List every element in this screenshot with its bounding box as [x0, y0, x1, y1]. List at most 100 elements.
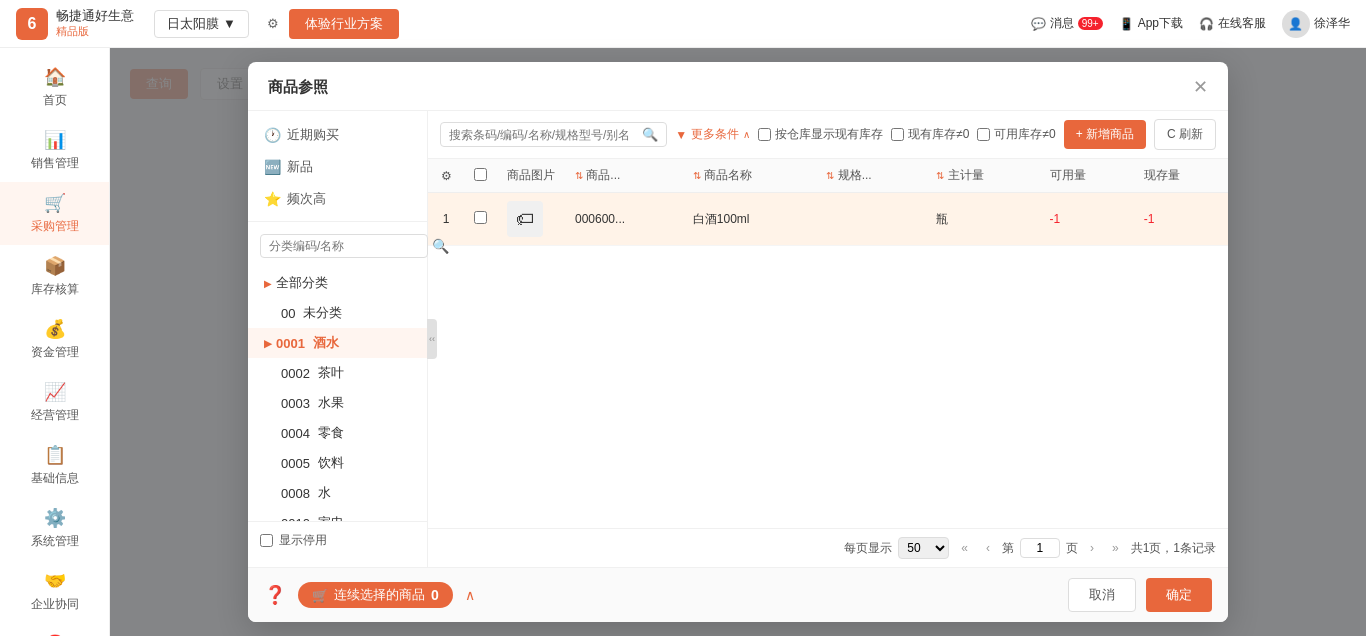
- sort-unit-icon[interactable]: ⇅: [936, 170, 944, 181]
- pagination-bar: 每页显示 50 100 200 « ‹ 第 页 ›: [428, 528, 1228, 567]
- left-divider: [248, 221, 427, 222]
- collab-icon: 🤝: [44, 570, 66, 592]
- sidebar-item-sales[interactable]: 📊 销售管理: [0, 119, 109, 182]
- cart-icon: 🛒: [312, 588, 328, 603]
- cancel-button[interactable]: 取消: [1068, 578, 1136, 612]
- footer-left: ❓ 🛒 连续选择的商品 0 ∧: [264, 582, 475, 608]
- category-0003[interactable]: 0003 水果: [248, 388, 427, 418]
- category-0001[interactable]: ▶ 0001 酒水: [248, 328, 427, 358]
- category-0010[interactable]: 0010 家电: [248, 508, 427, 521]
- product-search-input[interactable]: [449, 128, 638, 142]
- online-service-btn[interactable]: 🎧 在线客服: [1199, 15, 1266, 32]
- page-number-input[interactable]: [1020, 538, 1060, 558]
- row-image-cell: 🏷: [497, 193, 565, 246]
- confirm-button[interactable]: 确定: [1146, 578, 1212, 612]
- refresh-btn[interactable]: C 刷新: [1154, 119, 1216, 150]
- table-row[interactable]: 1 🏷 000600... 白酒100ml: [428, 193, 1228, 246]
- sidebar-item-basic[interactable]: 📋 基础信息: [0, 434, 109, 497]
- sort-name-icon[interactable]: ⇅: [693, 170, 701, 181]
- select-all-checkbox[interactable]: [474, 168, 487, 181]
- sidebar-item-collab[interactable]: 🤝 企业协同: [0, 560, 109, 623]
- sort-spec-icon[interactable]: ⇅: [826, 170, 834, 181]
- more-filter-btn[interactable]: ▼ 更多条件 ∧: [675, 126, 750, 143]
- modal-title: 商品参照: [268, 78, 328, 97]
- sidebar-item-purchase[interactable]: 🛒 采购管理: [0, 182, 109, 245]
- app-download-btn[interactable]: 📱 App下载: [1119, 15, 1183, 32]
- prev-page-btn[interactable]: ‹: [980, 539, 996, 557]
- sidebar-item-finance[interactable]: 💰 资金管理: [0, 308, 109, 371]
- sidebar-item-system[interactable]: ⚙️ 系统管理: [0, 497, 109, 560]
- recent-icon: 🕐: [264, 127, 281, 143]
- category-0008[interactable]: 0008 水: [248, 478, 427, 508]
- finance-icon: 💰: [44, 318, 66, 340]
- category-0004[interactable]: 0004 零食: [248, 418, 427, 448]
- modal-footer: ❓ 🛒 连续选择的商品 0 ∧ 取消 确定: [248, 567, 1228, 622]
- sidebar-item-guide[interactable]: 🎯 新手引导: [0, 623, 109, 636]
- row-available: -1: [1040, 193, 1134, 246]
- per-page-select[interactable]: 50 100 200: [898, 537, 949, 559]
- row-checkbox[interactable]: [474, 211, 487, 224]
- next-page-btn[interactable]: ›: [1084, 539, 1100, 557]
- left-panel-collapse-btn[interactable]: ‹‹: [427, 319, 437, 359]
- nav-frequent[interactable]: ⭐ 频次高: [248, 183, 427, 215]
- category-0002[interactable]: 0002 茶叶: [248, 358, 427, 388]
- last-page-btn[interactable]: »: [1106, 539, 1125, 557]
- trial-btn[interactable]: 体验行业方案: [289, 9, 399, 39]
- col-settings[interactable]: ⚙: [428, 159, 464, 193]
- row-name: 白酒100ml: [683, 193, 816, 246]
- row-spec: [816, 193, 926, 246]
- sidebar-item-management[interactable]: 📈 经营管理: [0, 371, 109, 434]
- row-code: 000600...: [565, 193, 683, 246]
- category-00[interactable]: 00 未分类: [248, 298, 427, 328]
- messages-btn[interactable]: 💬 消息 99+: [1031, 15, 1103, 32]
- modal-body: 🕐 近期购买 🆕 新品 ⭐ 频次高: [248, 111, 1228, 567]
- nav-recent-purchase[interactable]: 🕐 近期购买: [248, 119, 427, 151]
- nav-gear-icon[interactable]: ⚙: [257, 8, 289, 40]
- logo-area: 6 畅捷通好生意 精品版: [16, 8, 134, 40]
- available-nonzero-checkbox-label[interactable]: 可用库存≠0: [977, 126, 1055, 143]
- product-search-icon[interactable]: 🔍: [642, 127, 658, 142]
- sales-icon: 📊: [44, 129, 66, 151]
- nav-selector[interactable]: 日太阳膜 ▼: [154, 10, 249, 38]
- nav-new-products[interactable]: 🆕 新品: [248, 151, 427, 183]
- system-icon: ⚙️: [44, 507, 66, 529]
- first-page-btn[interactable]: «: [955, 539, 974, 557]
- user-profile[interactable]: 👤 徐泽华: [1282, 10, 1350, 38]
- warehouse-display-checkbox[interactable]: [758, 128, 771, 141]
- search-toolbar: 🔍 ▼ 更多条件 ∧ 按仓库显示现有库存: [428, 111, 1228, 159]
- col-code: ⇅ 商品...: [565, 159, 683, 193]
- footer-right: 取消 确定: [1068, 578, 1212, 612]
- product-table-wrapper: ⚙ 商品图片 ⇅: [428, 159, 1228, 528]
- category-all[interactable]: ▶ 全部分类: [248, 268, 427, 298]
- add-product-btn[interactable]: + 新增商品: [1064, 120, 1146, 149]
- category-search-input[interactable]: [260, 234, 428, 258]
- sidebar-item-home[interactable]: 🏠 首页: [0, 56, 109, 119]
- available-nonzero-checkbox[interactable]: [977, 128, 990, 141]
- modal-header: 商品参照 ✕: [248, 62, 1228, 111]
- basic-icon: 📋: [44, 444, 66, 466]
- cart-area[interactable]: 🛒 连续选择的商品 0: [298, 582, 453, 608]
- sidebar-item-inventory[interactable]: 📦 库存核算: [0, 245, 109, 308]
- category-search-row: 🔍: [248, 228, 427, 264]
- category-0005[interactable]: 0005 饮料: [248, 448, 427, 478]
- category-search-icon[interactable]: 🔍: [432, 238, 449, 254]
- filter-chevron-icon: ∧: [743, 129, 750, 140]
- top-nav: 6 畅捷通好生意 精品版 日太阳膜 ▼ ⚙ 体验行业方案 💬 消息 99+ 📱 …: [0, 0, 1366, 48]
- help-icon[interactable]: ❓: [264, 584, 286, 606]
- collapse-up-icon[interactable]: ∧: [465, 587, 475, 603]
- sort-code-icon[interactable]: ⇅: [575, 170, 583, 181]
- all-arrow-icon: ▶: [264, 278, 272, 289]
- product-search-bar: 🔍: [440, 122, 667, 147]
- logo-text: 畅捷通好生意 精品版: [56, 8, 134, 40]
- active-arrow-icon: ▶: [264, 338, 272, 349]
- home-icon: 🏠: [44, 66, 66, 88]
- modal-close-button[interactable]: ✕: [1193, 76, 1208, 98]
- warehouse-display-checkbox-label[interactable]: 按仓库显示现有库存: [758, 126, 883, 143]
- category-section: ▶ 全部分类 00 未分类 ▶ 0001: [248, 264, 427, 521]
- management-icon: 📈: [44, 381, 66, 403]
- stock-nonzero-checkbox-label[interactable]: 现有库存≠0: [891, 126, 969, 143]
- stock-nonzero-checkbox[interactable]: [891, 128, 904, 141]
- new-icon: 🆕: [264, 159, 281, 175]
- row-stock: -1: [1134, 193, 1228, 246]
- show-disabled-checkbox[interactable]: [260, 534, 273, 547]
